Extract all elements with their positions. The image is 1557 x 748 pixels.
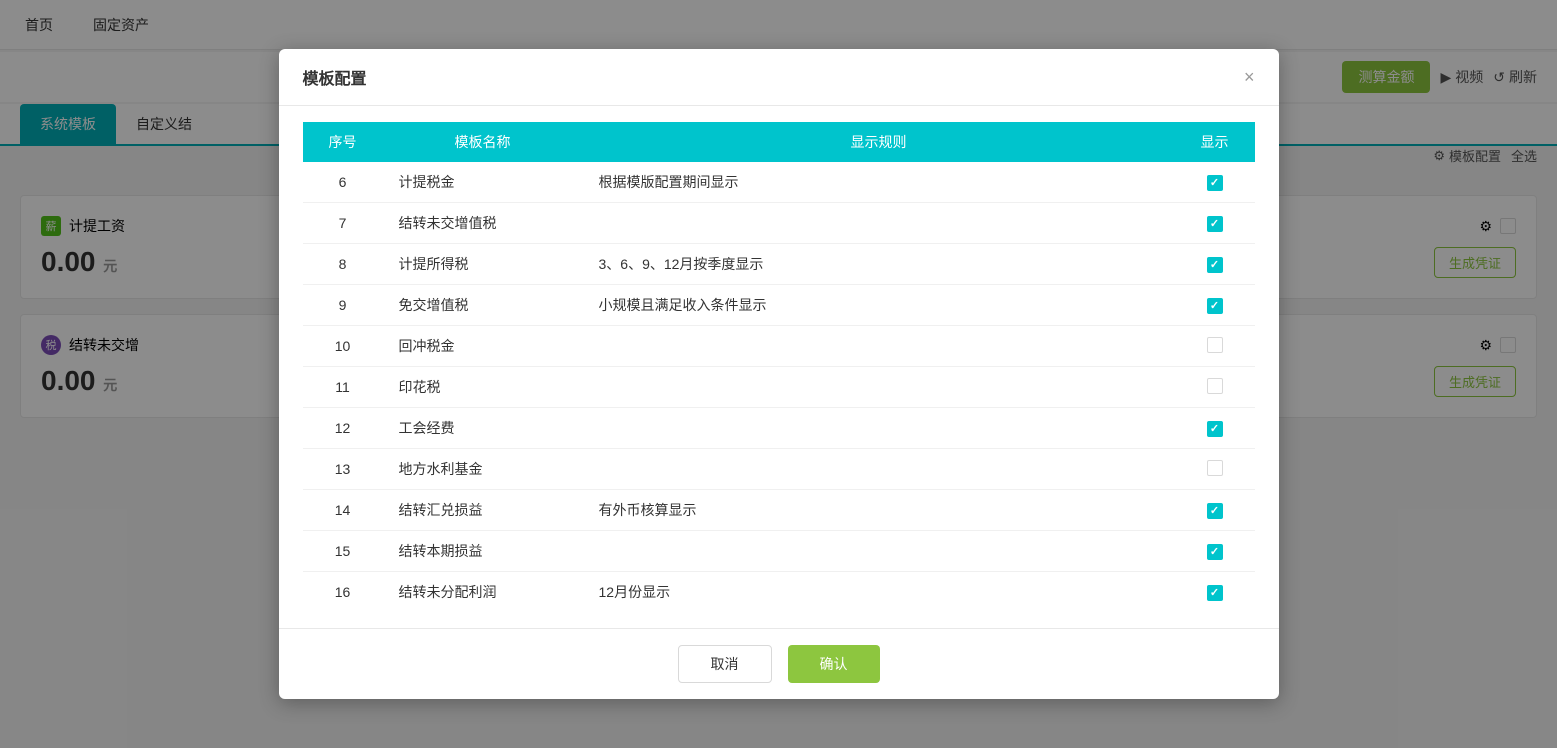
row-check-cell-3 [1175, 285, 1255, 326]
row-checkbox-8[interactable] [1207, 503, 1223, 519]
row-check-cell-9 [1175, 531, 1255, 572]
row-checkbox-4[interactable] [1207, 337, 1223, 353]
modal-close-button[interactable]: × [1244, 68, 1255, 86]
row-checkbox-3[interactable] [1207, 298, 1223, 314]
cancel-button[interactable]: 取消 [678, 645, 772, 683]
col-header-name: 模板名称 [383, 122, 583, 162]
modal-body: 序号 模板名称 显示规则 显示 6计提税金根据模版配置期间显示7结转未交增值税8… [279, 106, 1279, 628]
table-row: 10回冲税金 [303, 326, 1255, 367]
row-index-8: 14 [303, 490, 383, 531]
row-rule-4 [583, 326, 1175, 367]
row-check-cell-5 [1175, 367, 1255, 408]
row-rule-5 [583, 367, 1175, 408]
config-table: 序号 模板名称 显示规则 显示 6计提税金根据模版配置期间显示7结转未交增值税8… [303, 122, 1255, 612]
row-index-10: 16 [303, 572, 383, 613]
row-check-cell-2 [1175, 244, 1255, 285]
row-name-8: 结转汇兑损益 [383, 490, 583, 531]
modal-title: 模板配置 [303, 65, 367, 89]
table-row: 15结转本期损益 [303, 531, 1255, 572]
row-rule-2: 3、6、9、12月按季度显示 [583, 244, 1175, 285]
table-row: 8计提所得税3、6、9、12月按季度显示 [303, 244, 1255, 285]
row-index-1: 7 [303, 203, 383, 244]
row-rule-8: 有外币核算显示 [583, 490, 1175, 531]
table-row: 11印花税 [303, 367, 1255, 408]
row-index-6: 12 [303, 408, 383, 449]
row-rule-3: 小规模且满足收入条件显示 [583, 285, 1175, 326]
row-check-cell-4 [1175, 326, 1255, 367]
table-scroll-container[interactable]: 序号 模板名称 显示规则 显示 6计提税金根据模版配置期间显示7结转未交增值税8… [303, 106, 1255, 612]
row-check-cell-8 [1175, 490, 1255, 531]
col-header-index: 序号 [303, 122, 383, 162]
col-header-display: 显示 [1175, 122, 1255, 162]
row-rule-1 [583, 203, 1175, 244]
row-check-cell-10 [1175, 572, 1255, 613]
table-row: 12工会经费 [303, 408, 1255, 449]
row-rule-0: 根据模版配置期间显示 [583, 162, 1175, 203]
row-name-7: 地方水利基金 [383, 449, 583, 490]
row-check-cell-7 [1175, 449, 1255, 490]
confirm-button[interactable]: 确认 [788, 645, 880, 683]
row-name-0: 计提税金 [383, 162, 583, 203]
table-row: 9免交增值税小规模且满足收入条件显示 [303, 285, 1255, 326]
table-row: 6计提税金根据模版配置期间显示 [303, 162, 1255, 203]
row-checkbox-1[interactable] [1207, 216, 1223, 232]
row-checkbox-5[interactable] [1207, 378, 1223, 394]
row-name-1: 结转未交增值税 [383, 203, 583, 244]
modal-template-config: 模板配置 × 序号 模板名称 显示规则 显示 6计提税金根据模版配置期间显 [279, 49, 1279, 699]
row-checkbox-10[interactable] [1207, 585, 1223, 601]
row-checkbox-7[interactable] [1207, 460, 1223, 476]
row-checkbox-6[interactable] [1207, 421, 1223, 437]
row-index-2: 8 [303, 244, 383, 285]
row-name-6: 工会经费 [383, 408, 583, 449]
row-name-3: 免交增值税 [383, 285, 583, 326]
table-row: 16结转未分配利润12月份显示 [303, 572, 1255, 613]
row-name-4: 回冲税金 [383, 326, 583, 367]
row-name-9: 结转本期损益 [383, 531, 583, 572]
row-index-3: 9 [303, 285, 383, 326]
row-rule-9 [583, 531, 1175, 572]
row-index-4: 10 [303, 326, 383, 367]
modal-footer: 取消 确认 [279, 628, 1279, 699]
modal-header: 模板配置 × [279, 49, 1279, 106]
row-name-2: 计提所得税 [383, 244, 583, 285]
modal-overlay: 模板配置 × 序号 模板名称 显示规则 显示 6计提税金根据模版配置期间显 [0, 0, 1557, 748]
row-index-0: 6 [303, 162, 383, 203]
table-row: 7结转未交增值税 [303, 203, 1255, 244]
row-name-10: 结转未分配利润 [383, 572, 583, 613]
row-rule-10: 12月份显示 [583, 572, 1175, 613]
table-row: 13地方水利基金 [303, 449, 1255, 490]
row-checkbox-0[interactable] [1207, 175, 1223, 191]
col-header-rule: 显示规则 [583, 122, 1175, 162]
row-index-9: 15 [303, 531, 383, 572]
row-check-cell-6 [1175, 408, 1255, 449]
row-check-cell-0 [1175, 162, 1255, 203]
row-index-5: 11 [303, 367, 383, 408]
row-checkbox-2[interactable] [1207, 257, 1223, 273]
row-check-cell-1 [1175, 203, 1255, 244]
row-index-7: 13 [303, 449, 383, 490]
row-rule-7 [583, 449, 1175, 490]
row-name-5: 印花税 [383, 367, 583, 408]
table-row: 14结转汇兑损益有外币核算显示 [303, 490, 1255, 531]
row-checkbox-9[interactable] [1207, 544, 1223, 560]
row-rule-6 [583, 408, 1175, 449]
